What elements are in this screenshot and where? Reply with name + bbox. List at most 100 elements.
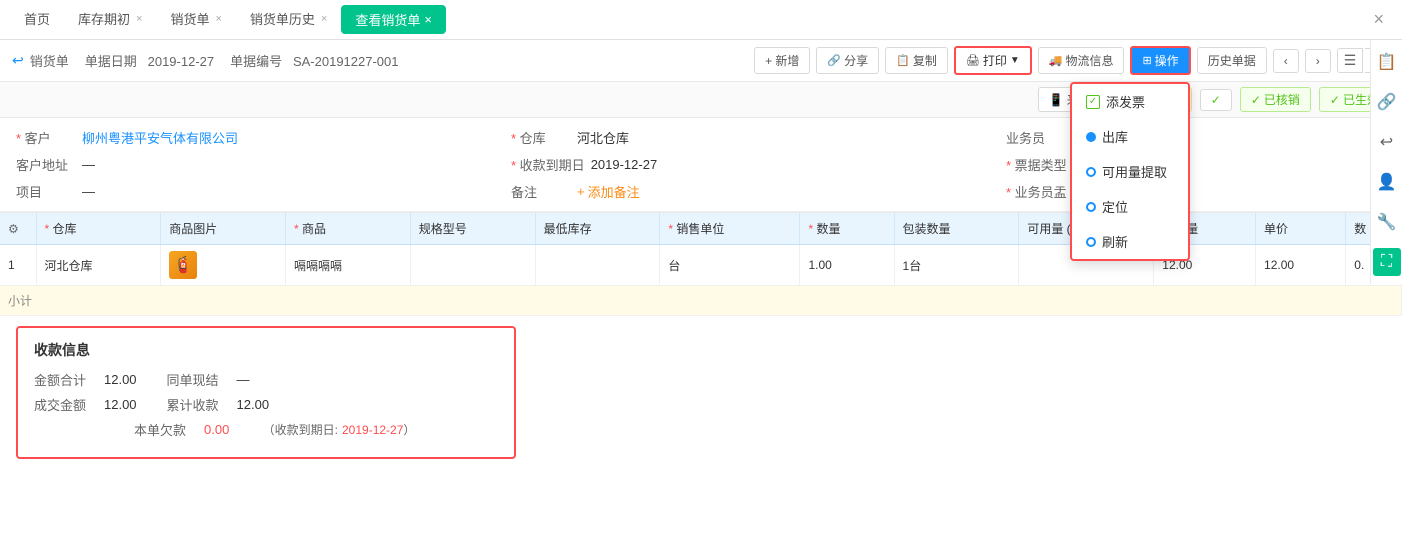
- add-invoice-item[interactable]: ✓ 添发票: [1072, 84, 1188, 119]
- col-product: 商品: [286, 213, 411, 245]
- due-value: 0.00: [204, 422, 229, 437]
- settings-icon[interactable]: ⚙: [8, 222, 19, 236]
- address-value: —: [82, 157, 95, 172]
- doc-date-value: 2019-12-27: [148, 54, 215, 69]
- settlement-label: 同单现结: [167, 370, 237, 389]
- tab-sales-close[interactable]: ×: [215, 13, 221, 25]
- available-qty-item[interactable]: 可用量提取: [1072, 154, 1188, 189]
- col-spec: 规格型号: [410, 213, 535, 245]
- subtotal-row: 小计: [0, 286, 1402, 316]
- row-warehouse: 河北仓库: [36, 245, 161, 286]
- tab-sales-label: 销货单: [170, 9, 209, 28]
- panel-icon-4[interactable]: 👤: [1373, 168, 1401, 196]
- tab-sales-order[interactable]: 销货单 ×: [156, 0, 235, 40]
- refresh-item[interactable]: 刷新: [1072, 224, 1188, 259]
- outbound-label: 出库: [1102, 127, 1128, 146]
- panel-icon-1[interactable]: 📋: [1373, 48, 1401, 76]
- payment-row-3: 本单欠款 0.00 （收款到期日: 2019-12-27 ）: [34, 420, 498, 439]
- subtotal-label: 小计: [0, 286, 1402, 316]
- col-pack-qty: 包装数量: [894, 213, 1019, 245]
- tab-history-close[interactable]: ×: [321, 13, 327, 25]
- toolbar-right: + 新增 🔗 分享 📋 复制 🖨 打印 ▼ 🚚 物流信息: [754, 46, 1390, 75]
- note-field: 备注 + 添加备注: [511, 182, 986, 201]
- view-sales-order-label: 查看销货单: [355, 10, 420, 29]
- check-icon: ✓: [1211, 93, 1221, 107]
- tab-inventory-init[interactable]: 库存期初 ×: [64, 0, 156, 40]
- add-note-label: 添加备注: [588, 182, 640, 201]
- doc-type-label: 销货单: [30, 51, 69, 70]
- col-qty: 数量: [800, 213, 894, 245]
- check-button[interactable]: ✓: [1200, 89, 1232, 111]
- warehouse-value: 河北仓库: [577, 128, 629, 147]
- tab-inventory-label: 库存期初: [78, 9, 130, 28]
- form-section: 客户 柳州粤港平安气体有限公司 仓库 河北仓库 业务员 演示账号 客户地址 —: [0, 118, 1402, 212]
- payment-row-2: 成交金额 12.00 累计收款 12.00: [34, 395, 498, 414]
- row-min-stock: [535, 245, 660, 286]
- available-qty-icon: [1086, 167, 1096, 177]
- row-price: 12.00: [1256, 245, 1346, 286]
- employee-label: 业务员: [1006, 128, 1066, 147]
- row-image: 🧯: [161, 245, 286, 286]
- total-label: 金额合计: [34, 370, 104, 389]
- employee-field: 业务员 演示账号: [1006, 128, 1386, 147]
- tab-inventory-close[interactable]: ×: [136, 13, 142, 25]
- tab-sales-history[interactable]: 销货单历史 ×: [236, 0, 341, 40]
- panel-icon-5[interactable]: 🔧: [1373, 208, 1401, 236]
- available-qty-label: 可用量提取: [1102, 162, 1167, 181]
- operations-button[interactable]: ⊞ 操作: [1130, 46, 1190, 75]
- row-unit: 台: [660, 245, 800, 286]
- panel-expand-button[interactable]: ⛶: [1373, 248, 1401, 276]
- panel-icon-2[interactable]: 🔗: [1373, 88, 1401, 116]
- payment-date-value: 2019-12-27: [591, 157, 658, 172]
- outbound-item[interactable]: 出库: [1072, 119, 1188, 154]
- tab-home-label: 首页: [24, 9, 50, 28]
- transaction-label: 成交金额: [34, 395, 104, 414]
- col-price: 单价: [1256, 213, 1346, 245]
- payment-date-field: 收款到期日 2019-12-27: [511, 155, 986, 174]
- list-view-button[interactable]: ☰: [1337, 48, 1364, 73]
- row-product: 嗝嗝嗝嗝: [286, 245, 411, 286]
- add-invoice-icon: ✓: [1086, 95, 1100, 109]
- locate-item[interactable]: 定位: [1072, 189, 1188, 224]
- payment-row-1: 金额合计 12.00 同单现结 —: [34, 370, 498, 389]
- project-value: —: [82, 184, 95, 199]
- next-button[interactable]: ›: [1305, 49, 1331, 73]
- doc-date-label: 单据日期 2019-12-27: [85, 51, 214, 70]
- panel-icon-3[interactable]: ↩: [1373, 128, 1401, 156]
- locate-icon: [1086, 202, 1096, 212]
- effect-check-icon: ✓: [1330, 93, 1340, 107]
- prev-button[interactable]: ‹: [1273, 49, 1299, 73]
- salesperson-label: 业务员盂: [1006, 182, 1067, 201]
- tab-home[interactable]: 首页: [10, 0, 64, 40]
- project-label: 项目: [16, 182, 76, 201]
- add-invoice-label: 添发票: [1106, 92, 1145, 111]
- outbound-icon: [1086, 132, 1096, 142]
- history-button[interactable]: 历史单据: [1197, 47, 1267, 74]
- col-warehouse: 仓库: [36, 213, 161, 245]
- logistics-button[interactable]: 🚚 物流信息: [1038, 47, 1125, 74]
- salesperson-field: 业务员盂 —: [1006, 182, 1386, 201]
- window-close-button[interactable]: ×: [1365, 9, 1392, 30]
- new-button[interactable]: + 新增: [754, 47, 810, 74]
- doc-number-label: 单据编号 SA-20191227-001: [230, 51, 398, 70]
- due-note-end: ）: [403, 421, 415, 438]
- cumulative-label: 累计收款: [167, 395, 237, 414]
- row-spec: [410, 245, 535, 286]
- add-note-button[interactable]: + 添加备注: [577, 182, 640, 201]
- print-button[interactable]: 🖨 打印 ▼: [954, 46, 1032, 75]
- sold-badge[interactable]: ✓ 已核销: [1240, 87, 1311, 112]
- doc-toolbar: ↩ 销货单 单据日期 2019-12-27 单据编号 SA-20191227-0…: [0, 40, 1402, 82]
- table-row: 1 河北仓库 🧯 嗝嗝嗝嗝 台 1.00 1台 12.00 12.00: [0, 245, 1402, 286]
- share-button[interactable]: 🔗 分享: [816, 47, 879, 74]
- customer-label: 客户: [16, 128, 76, 147]
- customer-value[interactable]: 柳州粤港平安气体有限公司: [82, 128, 238, 147]
- view-sales-close-icon[interactable]: ×: [424, 12, 432, 27]
- due-note-text: （收款到期日:: [263, 421, 338, 438]
- copy-button[interactable]: 📋 复制: [885, 47, 948, 74]
- product-table: ⚙ 仓库 商品图片 商品 规格型号 最低库存 销售单位 数量 包装数量 可用量 …: [0, 213, 1402, 316]
- col-settings[interactable]: ⚙: [0, 213, 36, 245]
- refresh-icon: [1086, 237, 1096, 247]
- note-label: 备注: [511, 182, 571, 201]
- doc-meta: 单据日期 2019-12-27 单据编号 SA-20191227-001: [85, 51, 399, 70]
- view-sales-order-button[interactable]: 查看销货单 ×: [341, 5, 446, 34]
